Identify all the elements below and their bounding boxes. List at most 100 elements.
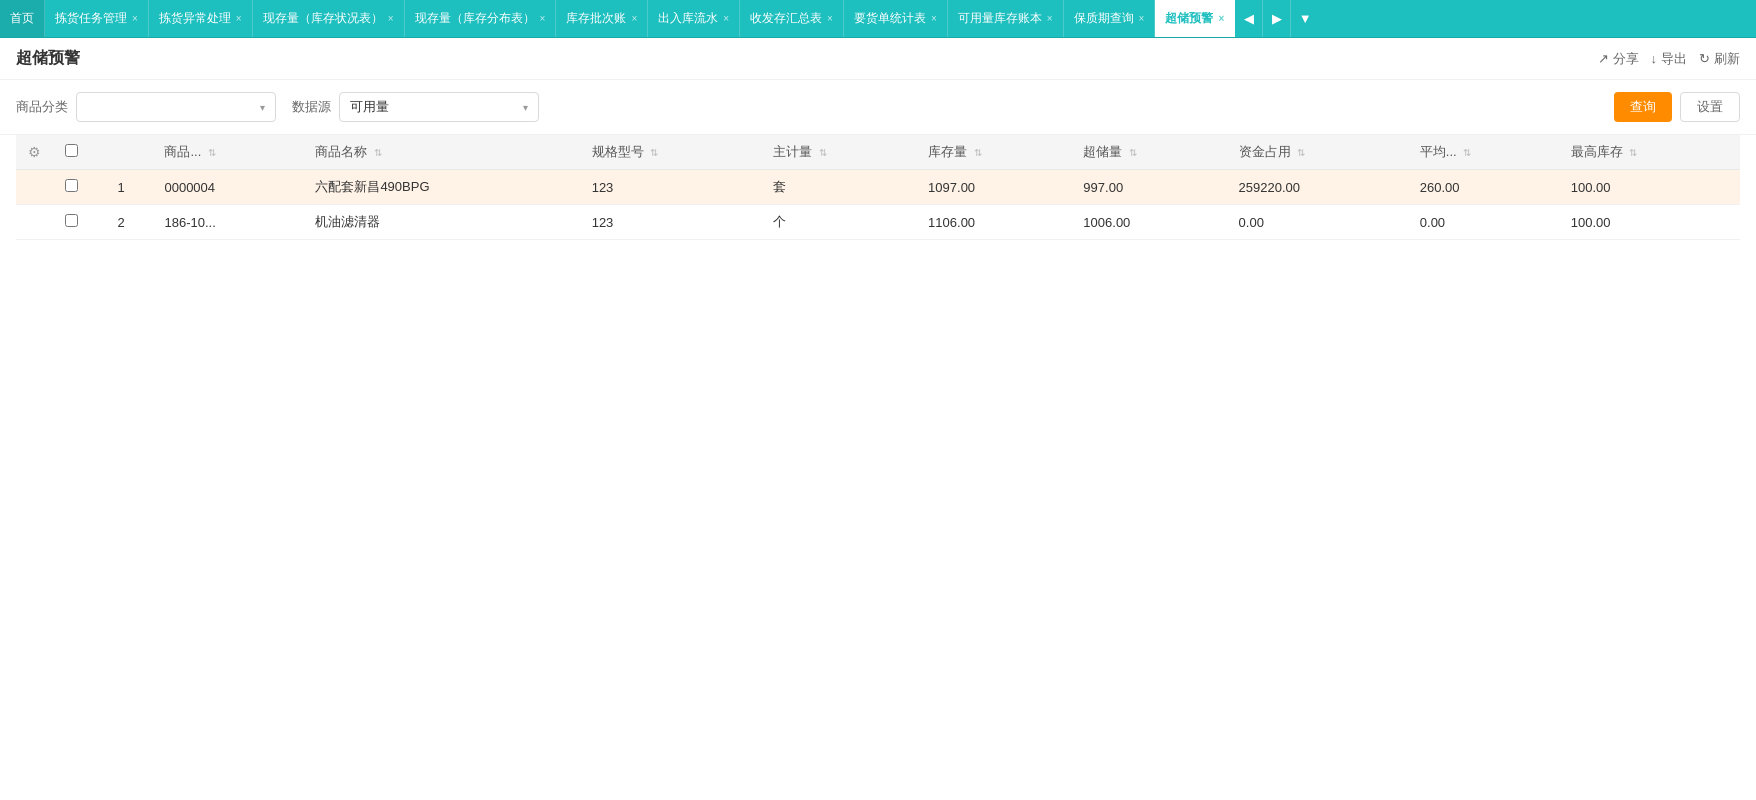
col-stock-label: 库存量 [928,144,967,159]
col-product-name-label: 商品名称 [315,144,367,159]
table-area: ⚙ 商品... ⇅ 商品名称 ⇅ 规格型号 ⇅ [0,135,1756,240]
row-checkbox-cell [53,170,90,205]
select-all-checkbox[interactable] [65,144,78,157]
col-product-code-sort-icon[interactable]: ⇅ [208,147,216,158]
row-settings-cell [16,205,53,240]
share-button[interactable]: ↗ 分享 [1598,50,1639,68]
close-icon[interactable]: × [931,13,937,24]
query-button[interactable]: 查询 [1614,92,1672,122]
col-avg-label: 平均... [1420,144,1457,159]
share-icon: ↗ [1598,51,1609,66]
nav-tab-xczl[interactable]: 现存量（库存状况表）× [253,0,405,38]
col-unit: 主计量 ⇅ [761,135,916,170]
col-product-name-sort-icon[interactable]: ⇅ [374,147,382,158]
nav-tab-lhgl[interactable]: 拣货任务管理× [45,0,149,38]
col-spec-sort-icon[interactable]: ⇅ [650,147,658,158]
category-chevron-icon: ▾ [260,102,265,113]
datasource-chevron-icon: ▾ [523,102,528,113]
close-icon[interactable]: × [236,13,242,24]
category-filter-group: 商品分类 ▾ [16,92,276,122]
col-overstock-label: 超储量 [1083,144,1122,159]
row-spec: 123 [580,170,761,205]
col-product-name: 商品名称 ⇅ [303,135,579,170]
nav-tab-kyck[interactable]: 可用量库存账本× [948,0,1064,38]
close-icon[interactable]: × [1218,13,1224,24]
nav-tab-sfhz[interactable]: 收发存汇总表× [740,0,844,38]
row-max-stock: 100.00 [1559,205,1740,240]
row-stock: 1097.00 [916,170,1071,205]
col-unit-label: 主计量 [773,144,812,159]
row-capital: 0.00 [1227,205,1408,240]
col-row-num [90,135,152,170]
col-overstock: 超储量 ⇅ [1071,135,1226,170]
nav-tab-home[interactable]: 首页 [0,0,45,38]
table-gear-icon[interactable]: ⚙ [28,144,41,160]
close-icon[interactable]: × [723,13,729,24]
row-unit: 个 [761,205,916,240]
close-icon[interactable]: × [388,13,394,24]
col-unit-sort-icon[interactable]: ⇅ [819,147,827,158]
export-button[interactable]: ↓ 导出 [1651,50,1688,68]
table-row: 2 186-10... 机油滤清器 123 个 1106.00 1006.00 … [16,205,1740,240]
datasource-value: 可用量 [350,98,389,116]
row-unit: 套 [761,170,916,205]
close-icon[interactable]: × [540,13,546,24]
close-icon[interactable]: × [1047,13,1053,24]
col-stock-sort-icon[interactable]: ⇅ [974,147,982,158]
col-overstock-sort-icon[interactable]: ⇅ [1129,147,1137,158]
category-select[interactable]: ▾ [76,92,276,122]
category-label: 商品分类 [16,98,68,116]
page-header: 超储预警 ↗ 分享 ↓ 导出 ↻ 刷新 [0,38,1756,80]
table-header: ⚙ 商品... ⇅ 商品名称 ⇅ 规格型号 ⇅ [16,135,1740,170]
row-max-stock: 100.00 [1559,170,1740,205]
row-settings-cell [16,170,53,205]
row-checkbox-cell [53,205,90,240]
col-checkbox [53,135,90,170]
nav-more-arrow[interactable]: ▼ [1291,0,1319,38]
row-product-code: 186-10... [152,205,303,240]
nav-tab-lhyc[interactable]: 拣货异常处理× [149,0,253,38]
nav-prev-arrow[interactable]: ◀ [1235,0,1263,38]
col-avg-sort-icon[interactable]: ⇅ [1463,147,1471,158]
datasource-select[interactable]: 可用量 ▾ [339,92,539,122]
col-spec-label: 规格型号 [592,144,644,159]
table-body: 1 0000004 六配套新昌490BPG 123 套 1097.00 997.… [16,170,1740,240]
nav-next-arrow[interactable]: ▶ [1263,0,1291,38]
nav-tab-bzcq[interactable]: 保质期查询× [1064,0,1156,38]
close-icon[interactable]: × [827,13,833,24]
table-row: 1 0000004 六配套新昌490BPG 123 套 1097.00 997.… [16,170,1740,205]
row-overstock: 1006.00 [1071,205,1226,240]
filter-area: 商品分类 ▾ 数据源 可用量 ▾ 查询 设置 [0,80,1756,135]
row-avg: 0.00 [1408,205,1559,240]
col-avg: 平均... ⇅ [1408,135,1559,170]
row-number: 2 [90,205,152,240]
page-title: 超储预警 [16,48,80,69]
col-capital-label: 资金占用 [1239,144,1291,159]
col-settings: ⚙ [16,135,53,170]
refresh-button[interactable]: ↻ 刷新 [1699,50,1740,68]
row-checkbox[interactable] [65,179,78,192]
nav-tab-ygtj[interactable]: 要货单统计表× [844,0,948,38]
nav-tab-xcfb[interactable]: 现存量（库存分布表）× [405,0,557,38]
nav-tab-ckls[interactable]: 出入库流水× [648,0,740,38]
row-product-name: 六配套新昌490BPG [303,170,579,205]
col-product-code-label: 商品... [164,144,201,159]
data-table: ⚙ 商品... ⇅ 商品名称 ⇅ 规格型号 ⇅ [16,135,1740,240]
close-icon[interactable]: × [1139,13,1145,24]
settings-button[interactable]: 设置 [1680,92,1740,122]
col-max-stock-sort-icon[interactable]: ⇅ [1629,147,1637,158]
row-product-code: 0000004 [152,170,303,205]
nav-tab-ccyj[interactable]: 超储预警× [1155,0,1235,38]
nav-tab-kppc[interactable]: 库存批次账× [556,0,648,38]
col-spec: 规格型号 ⇅ [580,135,761,170]
row-checkbox[interactable] [65,214,78,227]
col-capital-sort-icon[interactable]: ⇅ [1297,147,1305,158]
refresh-icon: ↻ [1699,51,1710,66]
col-max-stock: 最高库存 ⇅ [1559,135,1740,170]
row-spec: 123 [580,205,761,240]
close-icon[interactable]: × [631,13,637,24]
close-icon[interactable]: × [132,13,138,24]
table-header-row: ⚙ 商品... ⇅ 商品名称 ⇅ 规格型号 ⇅ [16,135,1740,170]
row-avg: 260.00 [1408,170,1559,205]
datasource-filter-group: 数据源 可用量 ▾ [292,92,539,122]
